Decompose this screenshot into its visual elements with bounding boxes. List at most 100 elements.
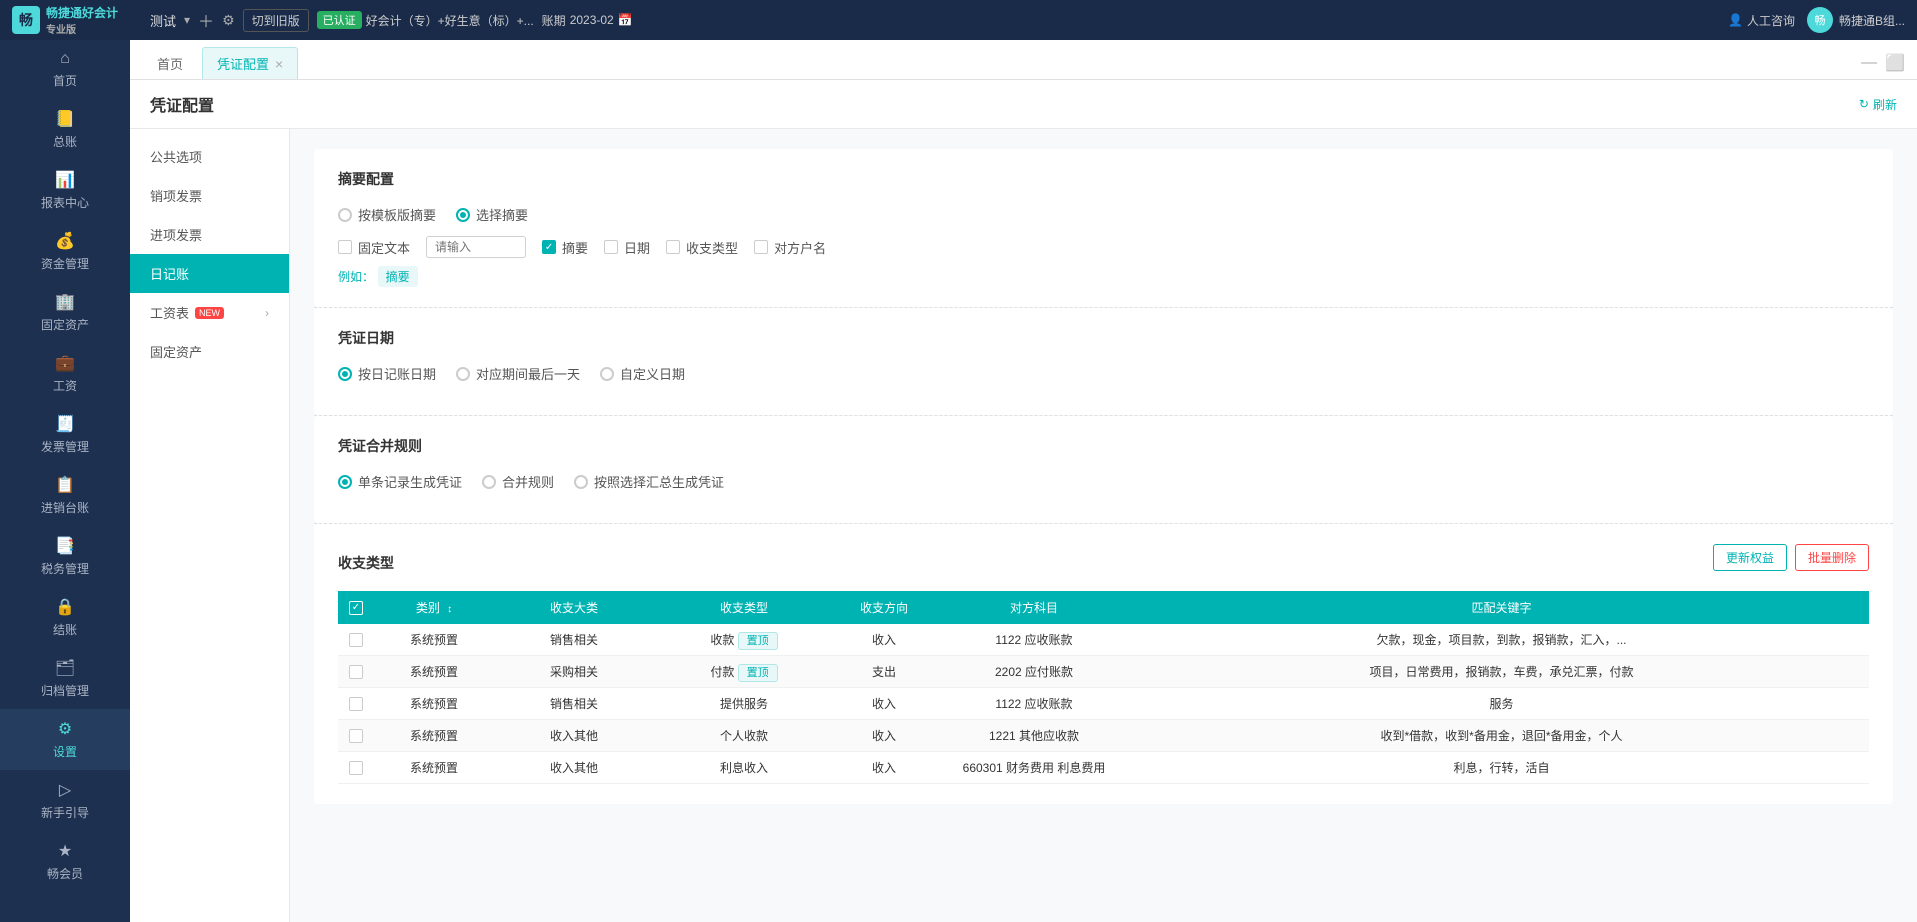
row-checkbox[interactable] xyxy=(349,633,363,647)
th-direction: 收支方向 xyxy=(834,591,934,624)
sidebar-item-report[interactable]: 📊 报表中心 xyxy=(0,160,130,221)
row-checkbox-cell[interactable] xyxy=(338,720,374,752)
radio-template[interactable]: 按模板版摘要 xyxy=(338,205,436,224)
salary-icon: 💼 xyxy=(55,353,75,373)
radio-select[interactable]: 选择摘要 xyxy=(456,205,528,224)
sidebar-item-settings[interactable]: ⚙ 设置 xyxy=(0,709,130,770)
config-menu-sales[interactable]: 销项发票 xyxy=(130,176,289,215)
switch-version-button[interactable]: 切到旧版 xyxy=(243,9,309,32)
merge-radio-group: 单条记录生成凭证 合并规则 按照选择汇总生成凭证 xyxy=(338,472,1869,491)
dropdown-arrow-icon[interactable]: ▾ xyxy=(184,13,190,27)
checkbox-summary-label: 摘要 xyxy=(562,238,588,257)
row-checkbox-cell[interactable] xyxy=(338,656,374,688)
top-tag[interactable]: 置顶 xyxy=(738,664,778,682)
checkbox-box-date xyxy=(604,240,618,254)
radio-custom-date-label: 自定义日期 xyxy=(620,364,685,383)
refresh-button[interactable]: ↻ 刷新 xyxy=(1859,96,1897,113)
radio-merge[interactable]: 合并规则 xyxy=(482,472,554,491)
row-checkbox-cell[interactable] xyxy=(338,624,374,656)
config-menu-sales-label: 销项发票 xyxy=(150,186,202,205)
row-checkbox[interactable] xyxy=(349,729,363,743)
user-area[interactable]: 畅 畅捷通B组... xyxy=(1807,7,1905,33)
sidebar-item-assets[interactable]: 🏢 固定资产 xyxy=(0,282,130,343)
checkbox-fixed-text[interactable]: 固定文本 xyxy=(338,238,410,257)
summary-section-title: 摘要配置 xyxy=(338,169,1869,189)
config-menu-payroll[interactable]: 工资表 NEW › xyxy=(130,293,289,332)
checkbox-counterparty[interactable]: 对方户名 xyxy=(754,238,826,257)
summary-section: 摘要配置 按模板版摘要 选择摘要 xyxy=(314,149,1893,307)
checkbox-box-summary xyxy=(542,240,556,254)
radio-journal-date[interactable]: 按日记账日期 xyxy=(338,364,436,383)
date-section: 凭证日期 按日记账日期 对应期间最后一天 自定义日期 xyxy=(314,308,1893,415)
sidebar-item-salary[interactable]: 💼 工资 xyxy=(0,343,130,404)
th-checkbox[interactable]: ✓ xyxy=(338,591,374,624)
radio-summary-gen[interactable]: 按照选择汇总生成凭证 xyxy=(574,472,724,491)
batch-delete-button[interactable]: 批量删除 xyxy=(1795,544,1869,571)
checkbox-summary[interactable]: 摘要 xyxy=(542,238,588,257)
gear-icon[interactable]: ⚙ xyxy=(222,12,235,29)
fixed-text-input[interactable] xyxy=(426,236,526,258)
example-prefix: 例如： xyxy=(338,270,374,284)
tab-voucher-label: 凭证配置 xyxy=(217,54,269,73)
checkbox-date[interactable]: 日期 xyxy=(604,238,650,257)
config-menu-fixed-assets[interactable]: 固定资产 xyxy=(130,332,289,371)
sidebar-item-home[interactable]: ⌂ 首页 xyxy=(0,40,130,99)
tab-maximize-icon[interactable]: ⬜ xyxy=(1885,53,1905,73)
row-checkbox[interactable] xyxy=(349,761,363,775)
row-checkbox-cell[interactable] xyxy=(338,688,374,720)
sidebar-item-closing[interactable]: 🔒 结账 xyxy=(0,587,130,648)
add-icon[interactable]: ＋ xyxy=(198,8,214,32)
tab-bar-actions: — ⬜ xyxy=(1861,53,1905,79)
update-button[interactable]: 更新权益 xyxy=(1713,544,1787,571)
top-tag[interactable]: 置顶 xyxy=(738,632,778,650)
config-menu-purchase-invoice[interactable]: 进项发票 xyxy=(130,215,289,254)
header-checkbox[interactable]: ✓ xyxy=(349,601,363,615)
radio-circle-period-last xyxy=(456,367,470,381)
sidebar-item-funds[interactable]: 💰 资金管理 xyxy=(0,221,130,282)
radio-circle-journal-date xyxy=(338,367,352,381)
table-actions: 更新权益 批量删除 xyxy=(1713,544,1869,571)
config-menu-journal[interactable]: 日记账 xyxy=(130,254,289,293)
example-tag: 摘要 xyxy=(378,266,418,287)
row-checkbox[interactable] xyxy=(349,665,363,679)
config-menu-public[interactable]: 公共选项 xyxy=(130,137,289,176)
date-section-title: 凭证日期 xyxy=(338,328,1869,348)
sidebar-item-tax[interactable]: 📑 税务管理 xyxy=(0,526,130,587)
help-button[interactable]: 👤 人工咨询 xyxy=(1728,12,1795,29)
archive-icon: 🗂 xyxy=(55,658,75,678)
sidebar-item-ledger[interactable]: 📒 总账 xyxy=(0,99,130,160)
main-layout: ⌂ 首页 📒 总账 📊 报表中心 💰 资金管理 🏢 固定资产 💼 工资 🧾 发票… xyxy=(0,40,1917,922)
tab-voucher-config[interactable]: 凭证配置 × xyxy=(202,47,298,79)
row-direction: 收入 xyxy=(834,624,934,656)
sidebar-item-archive[interactable]: 🗂 归档管理 xyxy=(0,648,130,709)
radio-custom-date[interactable]: 自定义日期 xyxy=(600,364,685,383)
sidebar-item-purchase[interactable]: 📋 进销台账 xyxy=(0,465,130,526)
radio-journal-date-label: 按日记账日期 xyxy=(358,364,436,383)
radio-single[interactable]: 单条记录生成凭证 xyxy=(338,472,462,491)
radio-period-last[interactable]: 对应期间最后一天 xyxy=(456,364,580,383)
sidebar-item-invoice[interactable]: 🧾 发票管理 xyxy=(0,404,130,465)
logo-icon: 畅 xyxy=(12,6,40,34)
top-bar: 畅 畅捷通好会计 专业版 测试 ▾ ＋ ⚙ 切到旧版 已认证 好会计（专）+好生… xyxy=(0,0,1917,40)
checkbox-pay-type[interactable]: 收支类型 xyxy=(666,238,738,257)
row-category: 系统预置 xyxy=(374,624,494,656)
sidebar-label-member: 畅会员 xyxy=(47,865,83,882)
tab-home[interactable]: 首页 xyxy=(142,47,198,79)
sidebar-item-guide[interactable]: ▷ 新手引导 xyxy=(0,770,130,831)
row-checkbox-cell[interactable] xyxy=(338,752,374,784)
certified-badge: 已认证 xyxy=(317,11,362,29)
sidebar-item-member[interactable]: ★ 畅会员 xyxy=(0,831,130,892)
radio-summary-gen-label: 按照选择汇总生成凭证 xyxy=(594,472,724,491)
home-icon: ⌂ xyxy=(60,50,70,68)
row-keywords: 利息，行转，活自 xyxy=(1134,752,1869,784)
purchase-icon: 📋 xyxy=(55,475,75,495)
sort-icon[interactable]: ↕ xyxy=(447,604,452,615)
row-checkbox[interactable] xyxy=(349,697,363,711)
radio-circle-template xyxy=(338,208,352,222)
tab-close-icon[interactable]: × xyxy=(275,56,283,72)
calendar-icon[interactable]: 📅 xyxy=(618,13,633,27)
tab-minimize-icon[interactable]: — xyxy=(1861,54,1877,72)
checkbox-pay-type-label: 收支类型 xyxy=(686,238,738,257)
new-badge: NEW xyxy=(195,307,224,319)
income-section-title: 收支类型 xyxy=(338,553,394,573)
